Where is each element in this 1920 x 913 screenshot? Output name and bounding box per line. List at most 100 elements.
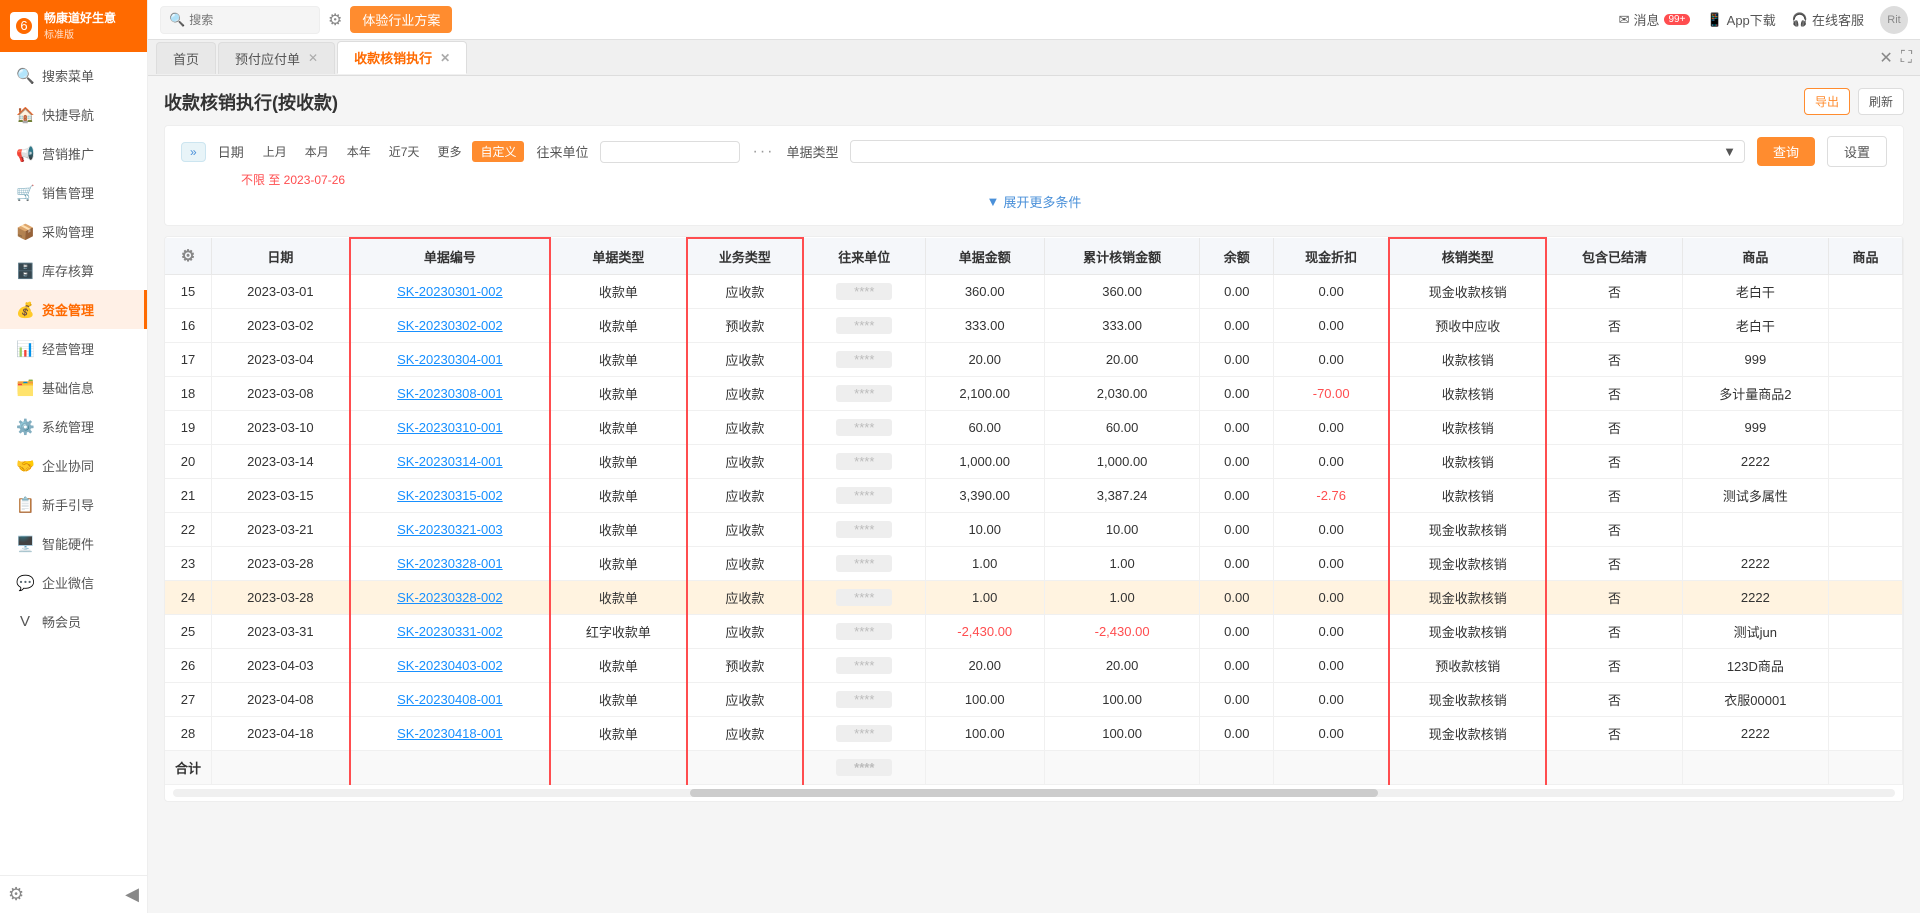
sidebar-item-guide[interactable]: 📋新手引导 — [0, 485, 147, 524]
tab-receipt[interactable]: 收款核销执行✕ — [337, 41, 467, 74]
scrollbar-container[interactable] — [165, 785, 1903, 801]
expand-more-btn[interactable]: ▼ 展开更多条件 — [987, 192, 1082, 211]
doc-no-link[interactable]: SK-20230302-002 — [397, 318, 503, 333]
sidebar-item-member[interactable]: V畅会员 — [0, 602, 147, 641]
date-more[interactable]: 更多 — [430, 140, 468, 163]
doc-no-link[interactable]: SK-20230331-002 — [397, 624, 503, 639]
sidebar-icon-capital: 💰 — [16, 301, 34, 319]
app-download-btn[interactable]: 📱 App下载 — [1706, 10, 1775, 29]
doc-no-link[interactable]: SK-20230301-002 — [397, 284, 503, 299]
cell-amount: 333.00 — [925, 309, 1044, 343]
table-row: 20 2023-03-14 SK-20230314-001 收款单 应收款 **… — [165, 445, 1903, 479]
maximize-btn[interactable]: ⛶ — [1901, 49, 1912, 67]
cell-include-clear: 否 — [1546, 513, 1682, 547]
cell-discount: 0.00 — [1274, 275, 1389, 309]
sidebar-item-marketing[interactable]: 📢营销推广 — [0, 134, 147, 173]
doc-no-link[interactable]: SK-20230328-001 — [397, 556, 503, 571]
tabbar-right: ✕ ⛶ — [1879, 48, 1912, 68]
doc-no-link[interactable]: SK-20230310-001 — [397, 420, 503, 435]
sidebar-item-search[interactable]: 🔍搜索菜单 — [0, 56, 147, 95]
table-row: 24 2023-03-28 SK-20230328-002 收款单 应收款 **… — [165, 581, 1903, 615]
search-box[interactable]: 🔍 — [160, 6, 320, 34]
doc-no-link[interactable]: SK-20230418-001 — [397, 726, 503, 741]
sidebar-logo: 6 畅康道好生意 标准版 — [0, 0, 147, 52]
cell-seq: 22 — [165, 513, 212, 547]
date-last-month[interactable]: 上月 — [256, 140, 294, 163]
sidebar-label-quicknav: 快捷导航 — [42, 105, 94, 124]
sidebar-item-wechat[interactable]: 💬企业微信 — [0, 563, 147, 602]
doc-no-link[interactable]: SK-20230321-003 — [397, 522, 503, 537]
sidebar-item-sales[interactable]: 🛒销售管理 — [0, 173, 147, 212]
message-btn[interactable]: ✉ 消息 99+ — [1619, 10, 1691, 29]
partner-label: 往来单位 — [536, 142, 588, 161]
doc-no-link[interactable]: SK-20230308-001 — [397, 386, 503, 401]
user-avatar[interactable]: Rit — [1880, 6, 1908, 34]
refresh-btn[interactable]: 刷新 — [1858, 88, 1904, 115]
sidebar-item-purchase[interactable]: 📦采购管理 — [0, 212, 147, 251]
online-service-btn[interactable]: 🎧 在线客服 — [1792, 10, 1864, 29]
table-settings-icon[interactable]: ⚙ — [181, 248, 195, 265]
date-custom-btn[interactable]: 自定义 — [472, 141, 524, 162]
sidebar-icon-quicknav: 🏠 — [16, 106, 34, 124]
cell-goods2 — [1829, 377, 1903, 411]
tabbar: 首页预付应付单✕收款核销执行✕ ✕ ⛶ — [148, 40, 1920, 76]
cell-accum: 1,000.00 — [1044, 445, 1200, 479]
sidebar-label-marketing: 营销推广 — [42, 144, 94, 163]
doc-no-link[interactable]: SK-20230408-001 — [397, 692, 503, 707]
experience-btn[interactable]: 体验行业方案 — [350, 6, 452, 33]
doc-no-link[interactable]: SK-20230304-001 — [397, 352, 503, 367]
tab-close-receipt[interactable]: ✕ — [440, 51, 450, 65]
export-btn[interactable]: 导出 — [1804, 88, 1850, 115]
collapse-icon[interactable]: ◀ — [125, 884, 139, 905]
cell-include-clear: 否 — [1546, 615, 1682, 649]
date-7days[interactable]: 近7天 — [382, 140, 427, 163]
scrollbar-thumb[interactable] — [690, 789, 1379, 797]
sidebar-item-system[interactable]: ⚙️系统管理 — [0, 407, 147, 446]
cell-goods2 — [1829, 411, 1903, 445]
cell-partner: **** — [803, 649, 925, 683]
tab-close-prepay[interactable]: ✕ — [308, 51, 318, 65]
filter-settings-btn[interactable]: 设置 — [1827, 136, 1887, 167]
cell-biz-type: 应收款 — [687, 513, 803, 547]
sidebar-item-quicknav[interactable]: 🏠 快捷导航 — [0, 95, 147, 134]
tab-prepay[interactable]: 预付应付单✕ — [218, 42, 335, 74]
table-row: 27 2023-04-08 SK-20230408-001 收款单 应收款 **… — [165, 683, 1903, 717]
tab-home[interactable]: 首页 — [156, 42, 216, 74]
sidebar-item-inventory[interactable]: 🗄️库存核算 — [0, 251, 147, 290]
filter-expand-btn[interactable]: » — [181, 142, 206, 162]
page-header: 收款核销执行(按收款) 导出 刷新 — [164, 88, 1904, 115]
date-options: 上月 本月 本年 近7天 更多 自定义 — [256, 140, 525, 163]
page-content: 收款核销执行(按收款) 导出 刷新 » 日期 上月 本月 本年 近7天 更多 自… — [148, 76, 1920, 913]
doc-no-link[interactable]: SK-20230314-001 — [397, 454, 503, 469]
doc-no-link[interactable]: SK-20230328-002 — [397, 590, 503, 605]
doc-no-link[interactable]: SK-20230403-002 — [397, 658, 503, 673]
cell-biz-type: 应收款 — [687, 683, 803, 717]
partner-input[interactable] — [600, 141, 740, 163]
sidebar-item-hardware[interactable]: 🖥️智能硬件 — [0, 524, 147, 563]
cell-biz-type: 应收款 — [687, 411, 803, 445]
date-this-year[interactable]: 本年 — [340, 140, 378, 163]
doc-type-label: 单据类型 — [786, 142, 838, 161]
doc-type-select[interactable]: ▼ — [850, 140, 1744, 163]
sidebar-item-corp[interactable]: 🤝企业协同 — [0, 446, 147, 485]
gear-icon[interactable]: ⚙ — [328, 10, 342, 30]
settings-icon[interactable]: ⚙ — [8, 884, 24, 905]
search-input[interactable] — [189, 13, 311, 27]
cell-include-clear — [1546, 751, 1682, 785]
cell-date: 2023-03-14 — [212, 445, 350, 479]
col-settings[interactable]: ⚙ — [165, 238, 212, 275]
horizontal-scrollbar[interactable] — [173, 789, 1895, 797]
cell-biz-type: 应收款 — [687, 377, 803, 411]
date-label: 日期 — [218, 142, 244, 161]
cell-accum: 20.00 — [1044, 649, 1200, 683]
date-this-month[interactable]: 本月 — [298, 140, 336, 163]
doc-no-link[interactable]: SK-20230315-002 — [397, 488, 503, 503]
cell-doc-no: SK-20230301-002 — [350, 275, 550, 309]
sidebar-item-capital[interactable]: 💰资金管理 — [0, 290, 147, 329]
cell-doc-type: 收款单 — [550, 547, 687, 581]
cell-discount: 0.00 — [1274, 513, 1389, 547]
sidebar-item-base[interactable]: 🗂️基础信息 — [0, 368, 147, 407]
close-all-tabs-btn[interactable]: ✕ — [1879, 48, 1892, 68]
query-btn[interactable]: 查询 — [1757, 137, 1815, 166]
sidebar-item-operations[interactable]: 📊经营管理 — [0, 329, 147, 368]
